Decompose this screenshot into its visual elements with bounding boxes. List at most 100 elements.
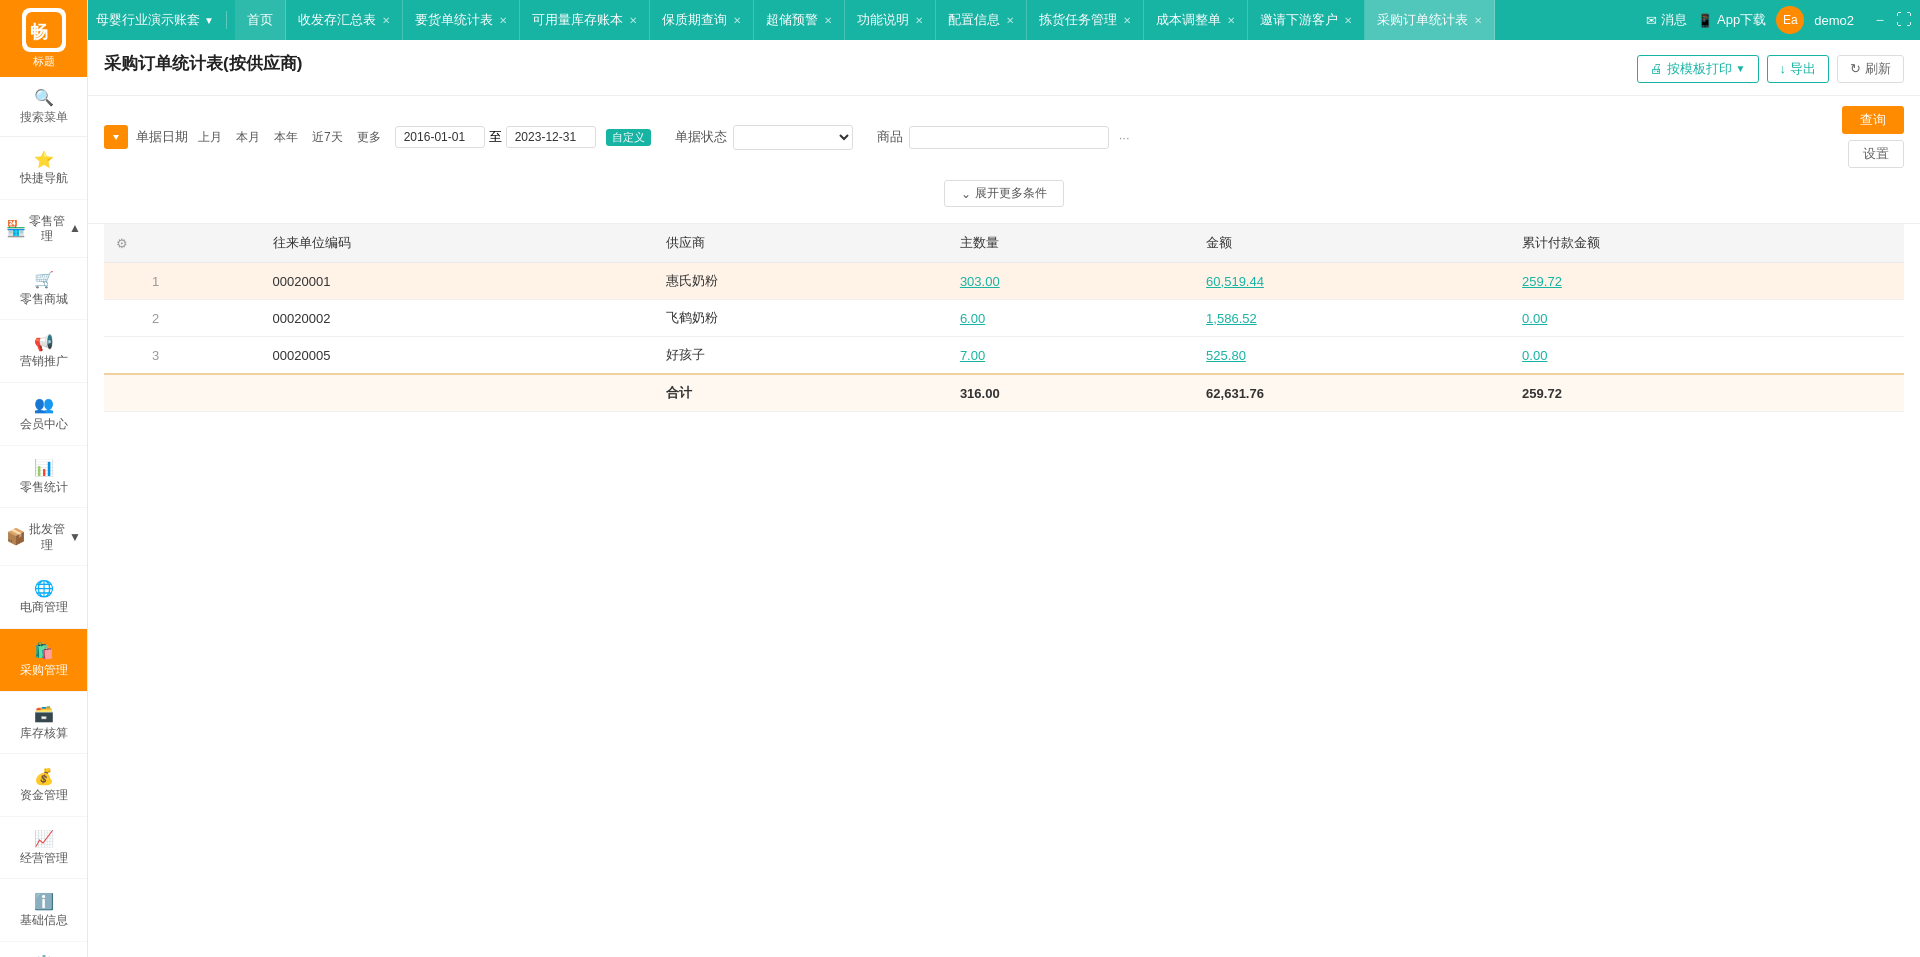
filter-section: 单据日期 上月 本月 本年 近7天 更多 至 自定义 [88, 96, 1920, 224]
tab-overstock-alert[interactable]: 超储预警 ✕ [754, 0, 845, 40]
status-select[interactable] [733, 125, 853, 150]
shortcut-this-month[interactable]: 本月 [232, 128, 264, 147]
app-download-btn[interactable]: 📱 App下载 [1697, 11, 1766, 29]
tab-close-icon[interactable]: ✕ [1006, 15, 1014, 26]
tab-close-icon[interactable]: ✕ [1344, 15, 1352, 26]
sidebar-item-wholesale[interactable]: 📦 批发管理 ▼ [0, 508, 87, 566]
sidebar-item-ecommerce[interactable]: 🌐 电商管理 [0, 566, 87, 629]
user-avatar[interactable]: Ea [1776, 6, 1804, 34]
table-row: 1 00020001 惠氏奶粉 303.00 60,519.44 259.72 [104, 263, 1904, 300]
tab-invite-customer[interactable]: 邀请下游客户 ✕ [1248, 0, 1365, 40]
col-main-qty: 主数量 [948, 224, 1194, 263]
tab-close-icon[interactable]: ✕ [499, 15, 507, 26]
ecommerce-icon: 🌐 [34, 578, 54, 598]
sidebar-item-member[interactable]: 👥 会员中心 [0, 383, 87, 446]
column-settings-icon[interactable]: ⚙ [116, 236, 128, 251]
goods-more-icon[interactable]: ··· [1119, 130, 1130, 145]
tab-home[interactable]: 首页 [235, 0, 286, 40]
dropdown-chevron-icon: ▼ [204, 15, 214, 26]
status-label: 单据状态 [675, 128, 727, 146]
wholesale-icon: 📦 [6, 527, 26, 547]
sidebar-item-retail-stats[interactable]: 📊 零售统计 [0, 446, 87, 509]
top-nav-bar: 母婴行业演示账套 ▼ 首页 收发存汇总表 ✕ 要货单统计表 ✕ 可用量库存账本 … [88, 0, 1920, 40]
col-index [140, 224, 261, 263]
shortcut-last-month[interactable]: 上月 [194, 128, 226, 147]
sidebar-item-marketing[interactable]: 📢 营销推广 [0, 320, 87, 383]
stats-icon: 📊 [34, 458, 54, 478]
tab-pick-task[interactable]: 拣货任务管理 ✕ [1027, 0, 1144, 40]
purchase-icon: 🛍️ [34, 641, 54, 661]
logo-area[interactable]: 畅 标题 [0, 0, 87, 77]
shortcut-more[interactable]: 更多 [353, 128, 385, 147]
status-filter: 单据状态 [675, 125, 853, 150]
header-action-buttons: 🖨 按模板打印 ▼ ↓ 导出 ↻ 刷新 [1637, 55, 1904, 83]
tab-close-icon[interactable]: ✕ [915, 15, 923, 26]
page-header: 采购订单统计表(按供应商) 🖨 按模板打印 ▼ ↓ 导出 ↻ 刷新 [88, 40, 1920, 96]
goods-input[interactable] [909, 126, 1109, 149]
tab-close-icon[interactable]: ✕ [733, 15, 741, 26]
sidebar-item-basic[interactable]: ℹ️ 基础信息 [0, 879, 87, 942]
tab-close-icon[interactable]: ✕ [824, 15, 832, 26]
col-supplier-code: 往来单位编码 [261, 224, 655, 263]
tab-close-icon[interactable]: ✕ [1474, 15, 1482, 26]
sidebar-item-operations[interactable]: 📈 经营管理 [0, 817, 87, 880]
tab-config-info[interactable]: 配置信息 ✕ [936, 0, 1027, 40]
sidebar-item-purchase[interactable]: 🛍️ 采购管理 [0, 629, 87, 692]
col-paid-amount: 累计付款金额 [1510, 224, 1904, 263]
sidebar-item-inventory[interactable]: 🗃️ 库存核算 [0, 692, 87, 755]
date-filter: 单据日期 上月 本月 本年 近7天 更多 至 自定义 [136, 126, 651, 148]
tab-close-icon[interactable]: ✕ [382, 15, 390, 26]
workspace: 采购订单统计表(按供应商) 🖨 按模板打印 ▼ ↓ 导出 ↻ 刷新 [88, 40, 1920, 957]
footer-paid-amount: 259.72 [1510, 374, 1904, 412]
tab-close-icon[interactable]: ✕ [629, 15, 637, 26]
custom-badge: 自定义 [606, 129, 651, 146]
date-to-input[interactable] [506, 126, 596, 148]
sidebar-item-quick-nav[interactable]: ⭐ 快捷导航 [0, 137, 87, 200]
data-table: ⚙ 往来单位编码 供应商 主数量 金额 [104, 224, 1904, 412]
print-dropdown-icon: ▼ [1736, 63, 1746, 74]
window-controls: － ⛶ [1872, 10, 1912, 31]
query-button[interactable]: 查询 [1842, 106, 1904, 134]
tab-available-stock[interactable]: 可用量库存账本 ✕ [520, 0, 650, 40]
tab-close-icon[interactable]: ✕ [1227, 15, 1235, 26]
wholesale-arrow: ▼ [69, 530, 81, 546]
tab-order-stats[interactable]: 要货单统计表 ✕ [403, 0, 520, 40]
goods-filter: 商品 ··· [877, 126, 1130, 149]
export-icon: ↓ [1780, 61, 1787, 76]
sidebar: 畅 标题 🔍 搜索菜单 ⭐ 快捷导航 🏪 零售管理 ▲ 🛒 零售商城 📢 营销推… [0, 0, 88, 957]
search-menu-item[interactable]: 🔍 搜索菜单 [0, 77, 87, 137]
sidebar-item-system[interactable]: ⚙️ 系统管理 [0, 942, 87, 957]
minimize-icon[interactable]: － [1872, 10, 1888, 31]
page-title: 采购订单统计表(按供应商) [104, 52, 302, 85]
toggle-filter-button[interactable] [104, 125, 128, 149]
sidebar-item-retail[interactable]: 🏪 零售管理 ▲ [0, 200, 87, 258]
shortcut-7-days[interactable]: 近7天 [308, 128, 347, 147]
search-icon: 🔍 [34, 87, 54, 107]
date-from-input[interactable] [395, 126, 485, 148]
account-dropdown[interactable]: 母婴行业演示账套 ▼ [96, 11, 227, 29]
username-label: demo2 [1814, 13, 1854, 28]
tab-cost-adjust[interactable]: 成本调整单 ✕ [1144, 0, 1248, 40]
export-button[interactable]: ↓ 导出 [1767, 55, 1830, 83]
table-row: 2 00020002 飞鹤奶粉 6.00 1,586.52 0.00 [104, 300, 1904, 337]
sidebar-item-finance[interactable]: 💰 资金管理 [0, 754, 87, 817]
tab-purchase-order-stats[interactable]: 采购订单统计表 ✕ [1365, 0, 1495, 40]
shortcut-this-year[interactable]: 本年 [270, 128, 302, 147]
tab-expiry-query[interactable]: 保质期查询 ✕ [650, 0, 754, 40]
maximize-icon[interactable]: ⛶ [1896, 11, 1912, 29]
message-btn[interactable]: ✉ 消息 [1646, 11, 1687, 29]
tab-receive-summary[interactable]: 收发存汇总表 ✕ [286, 0, 403, 40]
sidebar-item-retail-mall[interactable]: 🛒 零售商城 [0, 258, 87, 321]
settings-button[interactable]: 设置 [1848, 140, 1904, 168]
main-content: 母婴行业演示账套 ▼ 首页 收发存汇总表 ✕ 要货单统计表 ✕ 可用量库存账本 … [88, 0, 1920, 957]
print-button[interactable]: 🖨 按模板打印 ▼ [1637, 55, 1759, 83]
expand-filter-button[interactable]: ⌄ 展开更多条件 [944, 180, 1064, 207]
nav-right-icons: ✉ 消息 📱 App下载 Ea demo2 － ⛶ [1646, 6, 1912, 34]
refresh-button[interactable]: ↻ 刷新 [1837, 55, 1904, 83]
filter-row: 单据日期 上月 本月 本年 近7天 更多 至 自定义 [104, 106, 1904, 168]
tab-function-desc[interactable]: 功能说明 ✕ [845, 0, 936, 40]
basic-icon: ℹ️ [34, 891, 54, 911]
mall-icon: 🛒 [34, 270, 54, 290]
filter-action-buttons: 查询 设置 [1842, 106, 1904, 168]
tab-close-icon[interactable]: ✕ [1123, 15, 1131, 26]
